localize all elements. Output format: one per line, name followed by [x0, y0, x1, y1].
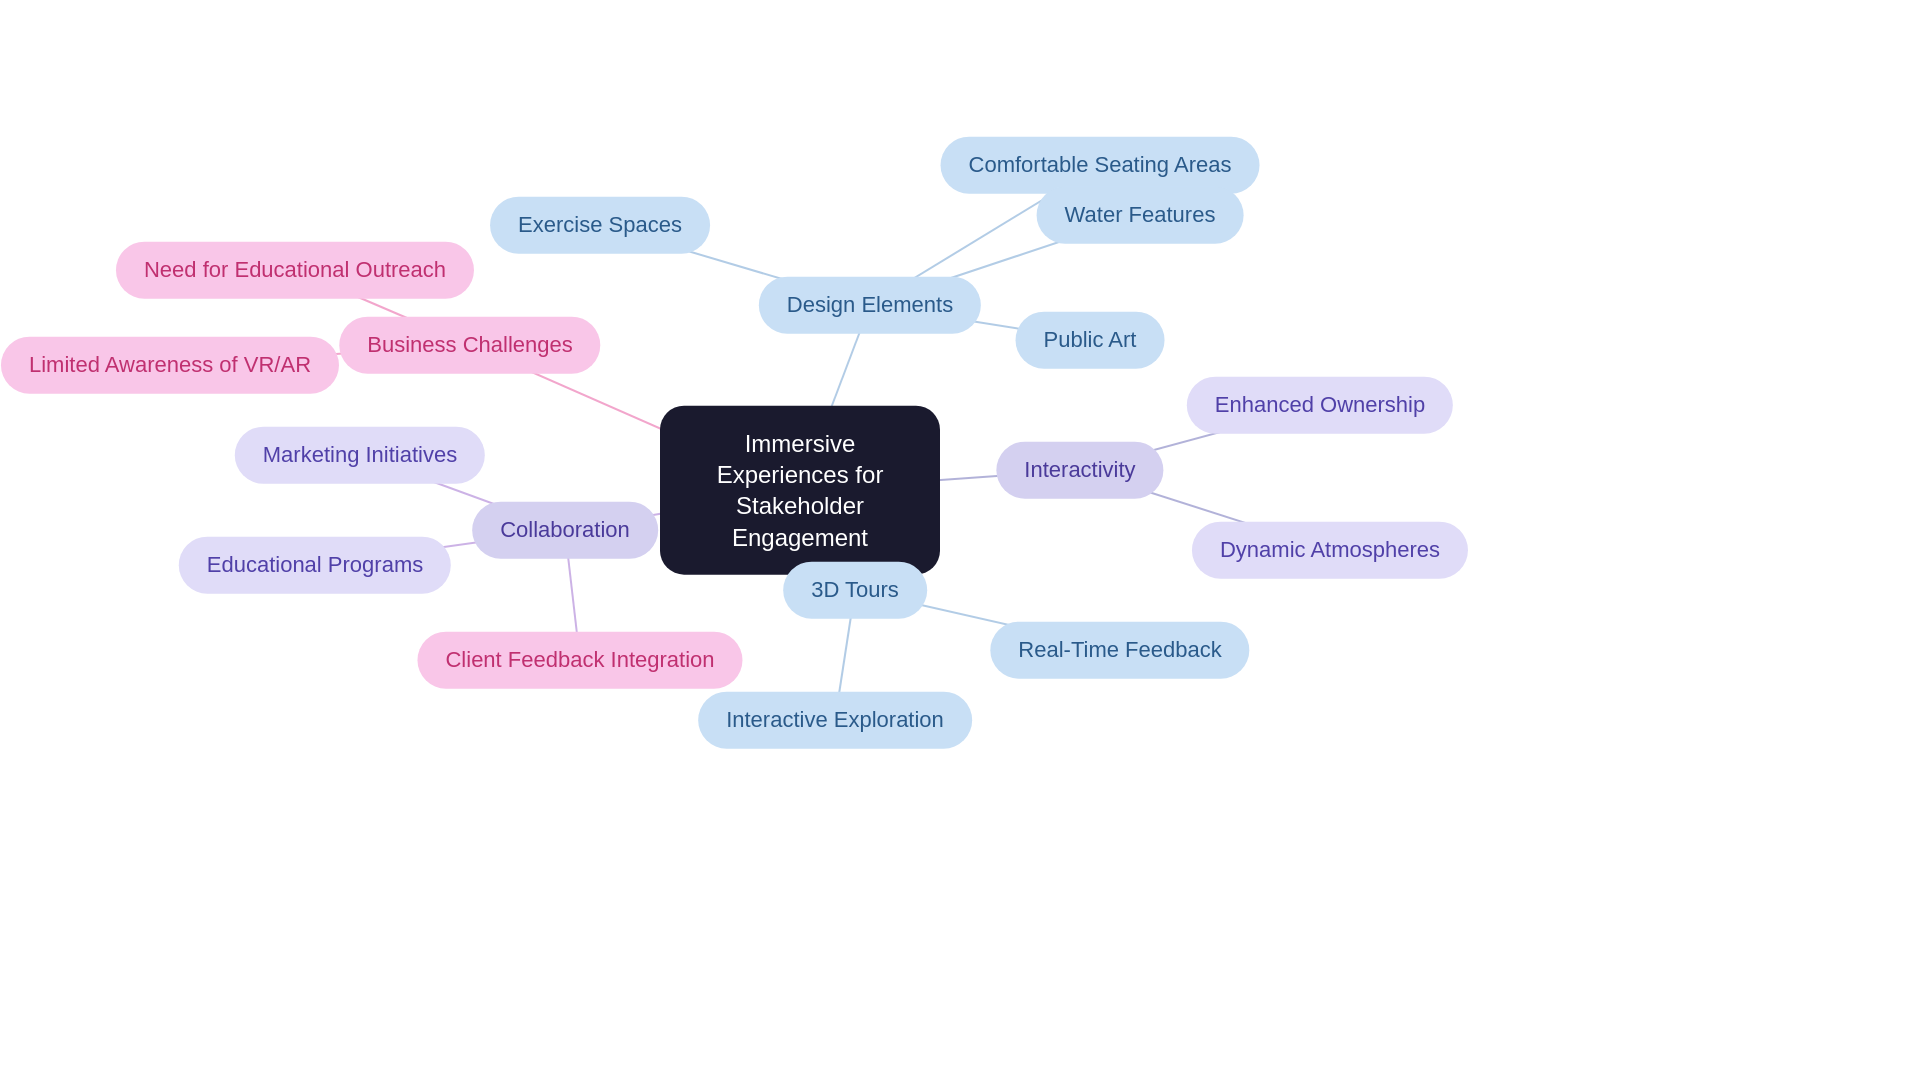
node-marketing[interactable]: Marketing Initiatives — [235, 427, 485, 484]
node-comfortable_seating[interactable]: Comfortable Seating Areas — [941, 137, 1260, 194]
node-dynamic_atmospheres[interactable]: Dynamic Atmospheres — [1192, 522, 1468, 579]
node-enhanced_ownership[interactable]: Enhanced Ownership — [1187, 377, 1453, 434]
mind-map: Immersive Experiences for Stakeholder En… — [0, 0, 1920, 1083]
node-collaboration[interactable]: Collaboration — [472, 502, 658, 559]
node-business_challenges[interactable]: Business Challenges — [339, 317, 600, 374]
node-interactive_exploration[interactable]: Interactive Exploration — [698, 692, 972, 749]
node-water_features[interactable]: Water Features — [1037, 187, 1244, 244]
node-design_elements[interactable]: Design Elements — [759, 277, 981, 334]
node-three_d_tours[interactable]: 3D Tours — [783, 562, 927, 619]
node-limited_awareness[interactable]: Limited Awareness of VR/AR — [1, 337, 339, 394]
node-public_art[interactable]: Public Art — [1016, 312, 1165, 369]
node-exercise_spaces[interactable]: Exercise Spaces — [490, 197, 710, 254]
node-interactivity[interactable]: Interactivity — [996, 442, 1163, 499]
node-client_feedback[interactable]: Client Feedback Integration — [417, 632, 742, 689]
node-real_time_feedback[interactable]: Real-Time Feedback — [990, 622, 1249, 679]
node-need_educational[interactable]: Need for Educational Outreach — [116, 242, 474, 299]
node-center[interactable]: Immersive Experiences for Stakeholder En… — [660, 406, 940, 575]
node-educational_programs[interactable]: Educational Programs — [179, 537, 451, 594]
